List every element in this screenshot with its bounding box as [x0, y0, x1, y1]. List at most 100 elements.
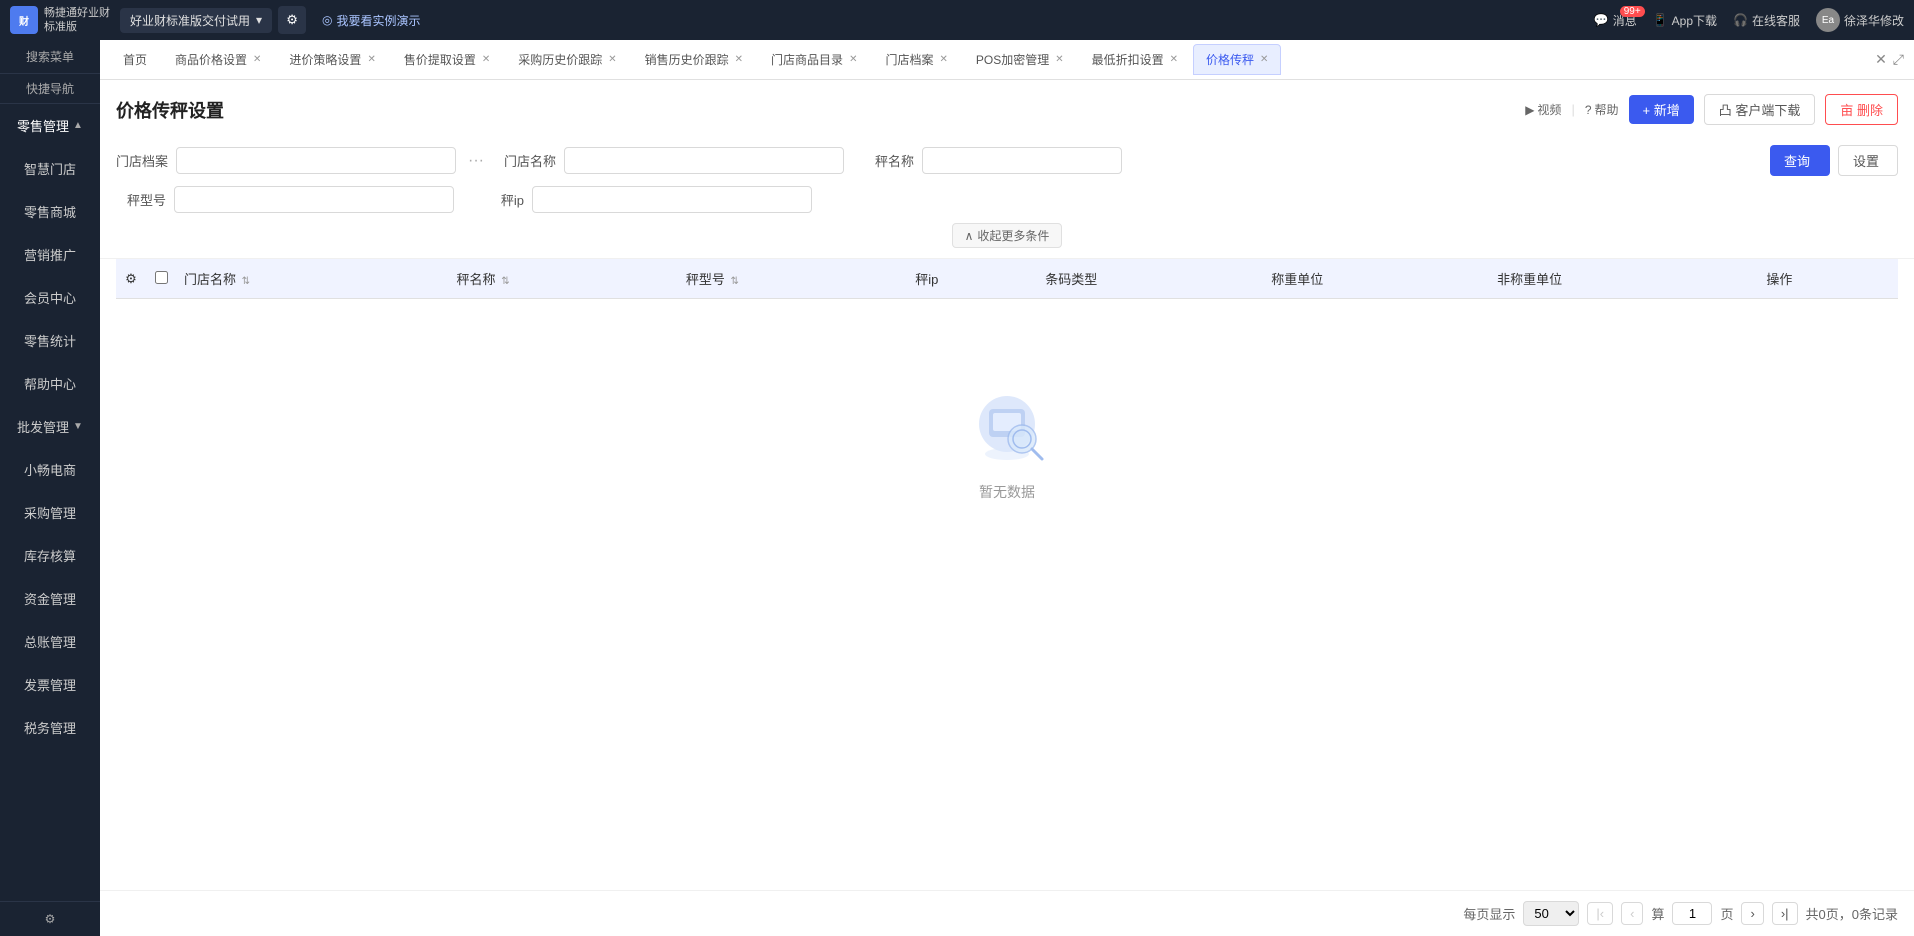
page-size-select[interactable]: 10 20 50 100 [1523, 901, 1579, 926]
tab-close-min-discount[interactable]: ✕ [1170, 54, 1178, 65]
sidebar-search[interactable]: 搜索菜单 [0, 40, 100, 74]
filter-store-archive: 门店档案 ··· [116, 147, 484, 174]
filter-area: 门店档案 ··· 门店名称 秤名称 查询 设置 [100, 135, 1914, 259]
store-archive-dots[interactable]: ··· [468, 152, 484, 170]
page-actions: ▶ 视频 | ? 帮助 + 新增 凸 客户端下载 亩 删除 [1525, 94, 1898, 125]
tab-close-purchase-strategy[interactable]: ✕ [367, 54, 375, 65]
tab-expand-btn[interactable]: ⤢ [1893, 51, 1904, 68]
prev-page-btn[interactable]: ‹ [1621, 902, 1643, 925]
tab-close-price-scale[interactable]: ✕ [1260, 54, 1268, 65]
version-selector[interactable]: 好业财标准版交付试用 ▾ [120, 8, 272, 33]
tab-store-catalog[interactable]: 门店商品目录 ✕ [758, 44, 870, 75]
scale-model-input[interactable] [174, 186, 454, 213]
tab-price-setting[interactable]: 商品价格设置 ✕ [162, 44, 274, 75]
tab-purchase-strategy[interactable]: 进价策略设置 ✕ [276, 44, 388, 75]
table-header-checkbox[interactable] [146, 259, 176, 299]
logo-text: 畅捷通好业财 标准版 [44, 6, 110, 35]
sidebar-item-finance[interactable]: 资金管理 [0, 577, 100, 620]
table-header-scale-model[interactable]: 秤型号 ⇅ [678, 259, 907, 299]
demo-link[interactable]: ◎ 我要看实例演示 [322, 12, 421, 29]
scale-name-input[interactable] [922, 147, 1122, 174]
app-download-btn[interactable]: 📱 App下载 [1653, 12, 1717, 29]
tab-home[interactable]: 首页 [110, 44, 160, 75]
sidebar-item-retail-stats[interactable]: 零售统计 [0, 319, 100, 362]
tab-close-pos-encrypt[interactable]: ✕ [1055, 54, 1063, 65]
first-page-btn[interactable]: |‹ [1587, 902, 1613, 925]
store-archive-label: 门店档案 [116, 151, 168, 170]
table-header-actions: 操作 [1758, 259, 1898, 299]
tab-sale-extract[interactable]: 售价提取设置 ✕ [391, 44, 503, 75]
messages-badge: 99+ [1620, 6, 1645, 17]
tab-close-sale-history[interactable]: ✕ [735, 54, 743, 65]
wholesale-arrow-icon: ▼ [73, 421, 83, 432]
top-bar-right: 💬 消息 99+ 📱 App下载 🎧 在线客服 Ea 徐泽华修改 [1594, 8, 1904, 32]
sidebar-item-ledger[interactable]: 总账管理 [0, 620, 100, 663]
top-bar: 财 畅捷通好业财 标准版 好业财标准版交付试用 ▾ ⚙ ◎ 我要看实例演示 💬 … [0, 0, 1914, 40]
sidebar-item-member[interactable]: 会员中心 [0, 276, 100, 319]
sort-scale-name-icon: ⇅ [501, 276, 509, 287]
logo-icon: 财 [10, 6, 38, 34]
next-page-btn[interactable]: › [1741, 902, 1763, 925]
total-info: 共0页，0条记录 [1806, 904, 1898, 923]
table-container: ⚙ 门店名称 ⇅ 秤名称 ⇅ 秤型号 [100, 259, 1914, 890]
filter-row-1: 门店档案 ··· 门店名称 秤名称 查询 设置 [116, 145, 1898, 176]
table-header-non-weight-unit: 非称重单位 [1489, 259, 1758, 299]
filter-scale-ip: 秤ip [474, 186, 812, 213]
online-service-btn[interactable]: 🎧 在线客服 [1733, 12, 1800, 29]
tab-purchase-history[interactable]: 采购历史价跟踪 ✕ [505, 44, 629, 75]
sidebar-item-invoice[interactable]: 发票管理 [0, 663, 100, 706]
tab-close-purchase-history[interactable]: ✕ [608, 54, 616, 65]
download-btn[interactable]: 凸 客户端下载 [1704, 94, 1816, 125]
tab-pos-encrypt[interactable]: POS加密管理 ✕ [963, 44, 1077, 75]
scale-ip-input[interactable] [532, 186, 812, 213]
avatar: Ea [1816, 8, 1840, 32]
sidebar-item-smart-store[interactable]: 智慧门店 [0, 147, 100, 190]
tab-store-archive[interactable]: 门店档案 ✕ [872, 44, 960, 75]
sidebar-item-mini-ec[interactable]: 小畅电商 [0, 448, 100, 491]
tab-sale-history[interactable]: 销售历史价跟踪 ✕ [632, 44, 756, 75]
video-link[interactable]: ▶ 视频 [1525, 101, 1561, 118]
messages-btn[interactable]: 💬 消息 99+ [1594, 12, 1637, 29]
tab-price-scale[interactable]: 价格传秤 ✕ [1193, 44, 1281, 75]
sidebar-quick-nav[interactable]: 快捷导航 [0, 74, 100, 104]
table-header-settings[interactable]: ⚙ [116, 259, 146, 299]
help-link[interactable]: ? 帮助 [1585, 101, 1619, 118]
tab-bar-actions: ✕ ⤢ [1875, 51, 1904, 68]
tab-close-store-archive[interactable]: ✕ [939, 54, 947, 65]
sidebar-item-inventory[interactable]: 库存核算 [0, 534, 100, 577]
sidebar-settings-btn[interactable]: ⚙ [0, 901, 100, 936]
page-label-post: 页 [1720, 904, 1733, 923]
new-btn[interactable]: + 新增 [1629, 95, 1694, 124]
table-header-scale-name[interactable]: 秤名称 ⇅ [449, 259, 678, 299]
sort-store-name-icon: ⇅ [242, 276, 250, 287]
sidebar-item-marketing[interactable]: 营销推广 [0, 233, 100, 276]
data-table: ⚙ 门店名称 ⇅ 秤名称 ⇅ 秤型号 [116, 259, 1898, 299]
sidebar-item-purchase[interactable]: 采购管理 [0, 491, 100, 534]
main-layout: 搜索菜单 快捷导航 零售管理 ▲ 智慧门店 零售商城 营销推广 会员中心 零售统… [0, 40, 1914, 936]
query-btn[interactable]: 查询 [1770, 145, 1830, 176]
store-name-input[interactable] [564, 147, 844, 174]
settings-filter-btn[interactable]: 设置 [1838, 145, 1898, 176]
settings-icon[interactable]: ⚙ [278, 6, 306, 34]
tab-close-sale-extract[interactable]: ✕ [482, 54, 490, 65]
tab-close-store-catalog[interactable]: ✕ [849, 54, 857, 65]
store-archive-input[interactable] [176, 147, 456, 174]
sidebar-item-tax[interactable]: 税务管理 [0, 706, 100, 749]
tab-bar: 首页 商品价格设置 ✕ 进价策略设置 ✕ 售价提取设置 ✕ 采购历史价跟踪 ✕ … [100, 40, 1914, 80]
select-all-checkbox[interactable] [155, 271, 168, 284]
sidebar-item-retail[interactable]: 零售管理 ▲ [0, 104, 100, 147]
tab-close-all-btn[interactable]: ✕ [1875, 51, 1887, 68]
last-page-btn[interactable]: ›| [1772, 902, 1798, 925]
table-header-scale-ip: 秤ip [907, 259, 1037, 299]
tab-min-discount[interactable]: 最低折扣设置 ✕ [1079, 44, 1191, 75]
user-info[interactable]: Ea 徐泽华修改 [1816, 8, 1904, 32]
table-header-store-name[interactable]: 门店名称 ⇅ [176, 259, 449, 299]
current-page-input[interactable] [1672, 902, 1712, 925]
sidebar-item-help[interactable]: 帮助中心 [0, 362, 100, 405]
collapse-btn[interactable]: ∧ 收起更多条件 [952, 223, 1063, 248]
delete-btn[interactable]: 亩 删除 [1825, 94, 1898, 125]
tab-close-price-setting[interactable]: ✕ [253, 54, 261, 65]
sidebar-item-online-shop[interactable]: 零售商城 [0, 190, 100, 233]
sidebar-item-wholesale[interactable]: 批发管理 ▼ [0, 405, 100, 448]
empty-text: 暂无数据 [979, 482, 1035, 502]
